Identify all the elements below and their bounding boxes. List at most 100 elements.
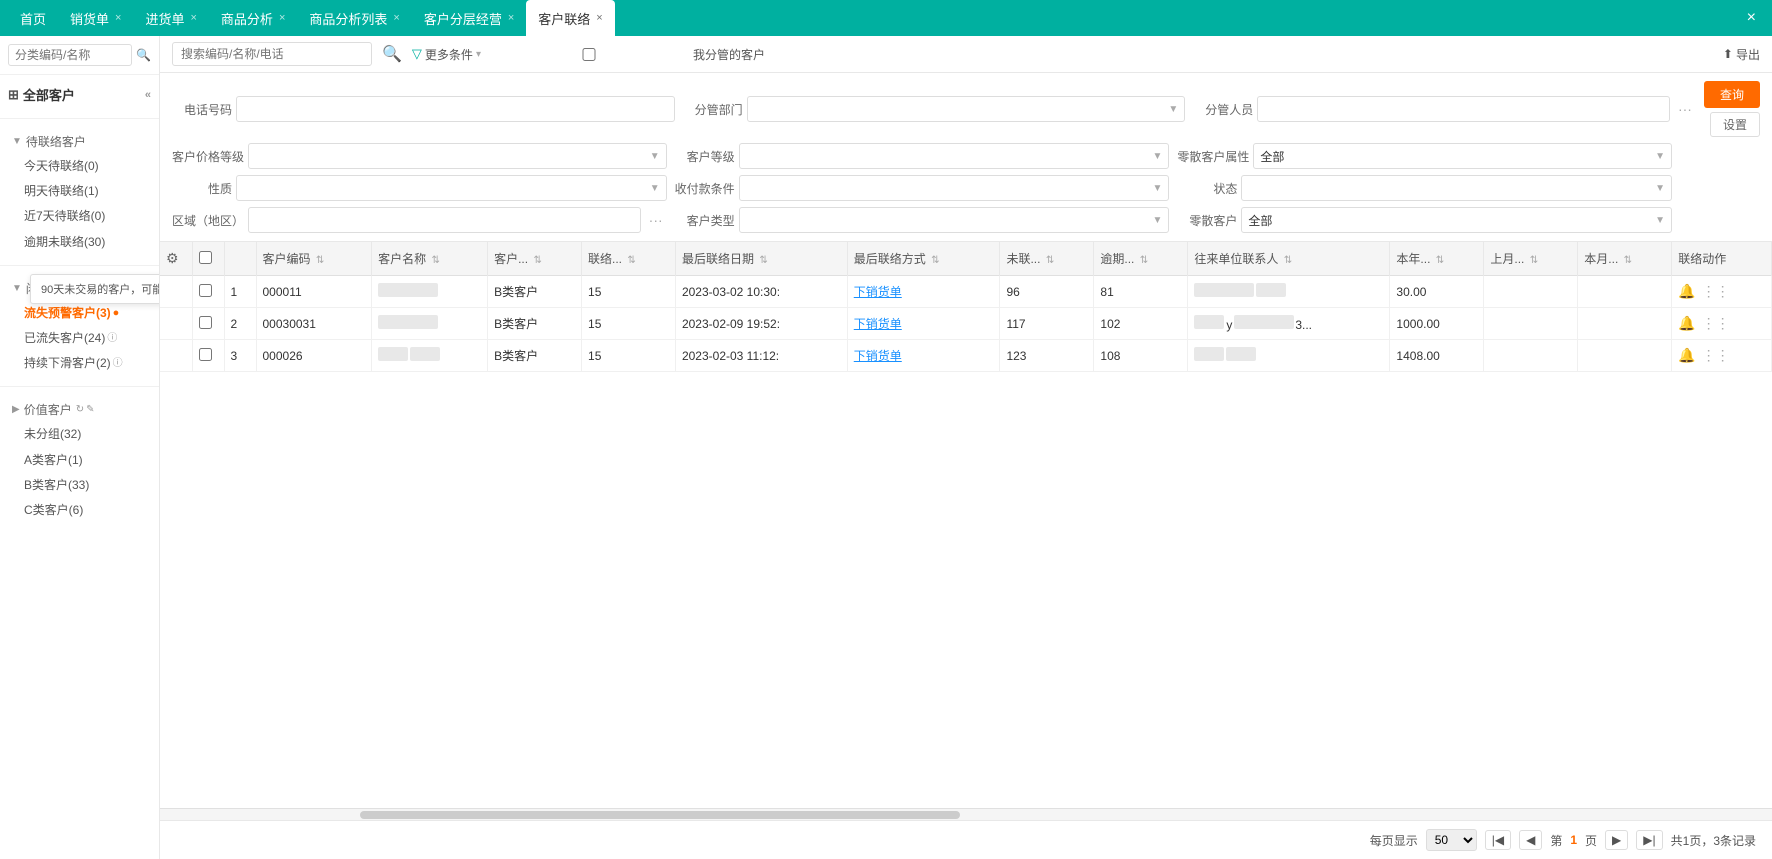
horizontal-scrollbar[interactable] [160,808,1772,820]
tab-customer-contact[interactable]: 客户联络 × [526,0,614,36]
select-all-checkbox[interactable] [199,251,212,264]
my-customers-checkbox[interactable] [489,48,689,61]
customer-level-select[interactable]: ▼ [739,143,1170,169]
tab-home[interactable]: 首页 [8,0,58,36]
col-last-date[interactable]: 最后联络日期 ⇅ [675,242,847,276]
close-tab-customer-contact[interactable]: × [596,12,602,24]
sidebar-item-ungrouped[interactable]: 未分组(32) [8,422,151,447]
row2-more-icon[interactable]: ⋮⋮ [1702,315,1730,332]
row1-more-icon[interactable]: ⋮⋮ [1702,283,1730,300]
region-ellipsis[interactable]: ··· [645,212,667,228]
sidebar-item-week[interactable]: 近7天待联络(0) [8,204,151,229]
col-name[interactable]: 客户名称 ⇅ [372,242,488,276]
col-no-contact[interactable]: 未联... ⇅ [1000,242,1094,276]
sidebar-search-input[interactable] [8,44,132,66]
region-select[interactable] [248,207,641,233]
customer-type-select[interactable]: ▼ [739,207,1170,233]
tab-customer-tier[interactable]: 客户分层经营 × [412,0,526,36]
row3-select-checkbox[interactable] [199,348,212,361]
row3-contact-icon[interactable]: 🔔 [1678,347,1695,364]
prev-page-button[interactable]: ◀ [1519,830,1542,850]
nature-select[interactable]: ▼ [236,175,667,201]
first-page-button[interactable]: |◀ [1485,830,1511,850]
close-tab-customer-tier[interactable]: × [508,12,514,24]
sidebar-item-today[interactable]: 今天待联络(0) [8,154,151,179]
sidebar-group-pending-contact[interactable]: ▼ 待联络客户 [8,129,151,154]
tab-goods-list[interactable]: 商品分析列表 × [297,0,411,36]
col-overdue[interactable]: 逾期... ⇅ [1094,242,1188,276]
row3-last-method[interactable]: 下销货单 [847,340,1000,372]
sidebar-item-b-class[interactable]: B类客户(33) [8,473,151,498]
gear-settings-icon[interactable]: ⚙ [166,250,179,266]
close-all-tabs[interactable]: × [1739,9,1764,27]
col-contact[interactable]: 联络... ⇅ [582,242,676,276]
sidebar-item-downgrade[interactable]: 持续下滑客户(2) ⓘ [8,351,151,376]
col-code[interactable]: 客户编码 ⇅ [256,242,372,276]
row2-method-link[interactable]: 下销货单 [854,317,902,331]
settings-button[interactable]: 设置 [1710,112,1760,137]
scroll-thumb[interactable] [360,811,960,819]
manager-ellipsis[interactable]: ··· [1674,101,1696,117]
status-select[interactable]: ▼ [1241,175,1672,201]
manager-select[interactable] [1257,96,1670,122]
label-manager: 分管人员 [1193,101,1253,118]
arrow-down-icon-2: ▼ [12,283,22,294]
edit-icon[interactable]: ✎ [86,404,94,415]
tab-purchase[interactable]: 进货单 × [133,0,208,36]
my-customers-checkbox-label[interactable]: 我分管的客户 [489,46,765,63]
filter-status: 状态 ▼ [1177,175,1672,201]
sidebar-item-overdue[interactable]: 逾期未联络(30) [8,230,151,255]
dept-select[interactable]: ▼ [747,96,1186,122]
sidebar-item-a-class[interactable]: A类客户(1) [8,448,151,473]
last-page-button[interactable]: ▶| [1636,830,1662,850]
row3-overdue: 108 [1094,340,1188,372]
row2-this-year: 1000.00 [1390,308,1484,340]
close-tab-purchase[interactable]: × [190,12,196,24]
col-last-month[interactable]: 上月... ⇅ [1484,242,1578,276]
close-tab-goods-analysis[interactable]: × [279,12,285,24]
col-this-month[interactable]: 本月... ⇅ [1578,242,1672,276]
collapse-icon[interactable]: « [145,89,151,101]
row1-last-method[interactable]: 下销货单 [847,276,1000,308]
row2-select-checkbox[interactable] [199,316,212,329]
row1-select-checkbox[interactable] [199,284,212,297]
sort-nocontact-icon: ⇅ [1046,255,1054,266]
export-button[interactable]: ⬆ 导出 [1723,46,1760,63]
tab-goods-analysis[interactable]: 商品分析 × [209,0,297,36]
row3-more-icon[interactable]: ⋮⋮ [1702,347,1730,364]
col-gear[interactable]: ⚙ [160,242,192,276]
sidebar-item-tomorrow[interactable]: 明天待联络(1) [8,179,151,204]
sidebar-item-churned[interactable]: 已流失客户(24) ⓘ [8,326,151,351]
row1-method-link[interactable]: 下销货单 [854,285,902,299]
retail-customer-select[interactable]: 全部 ▼ [1241,207,1672,233]
tab-sales[interactable]: 销货单 × [58,0,133,36]
more-conditions-toggle[interactable]: ▽ 更多条件 ▾ [412,46,481,63]
query-button[interactable]: 查询 [1704,81,1760,108]
refresh-icon[interactable]: ↻ [76,404,84,415]
phone-input[interactable] [236,96,675,122]
search-input[interactable] [172,42,372,66]
col-last-method[interactable]: 最后联络方式 ⇅ [847,242,1000,276]
col-type[interactable]: 客户... ⇅ [488,242,582,276]
col-unit-contact[interactable]: 往来单位联系人 ⇅ [1188,242,1390,276]
sidebar-item-c-class[interactable]: C类客户(6) [8,498,151,523]
row1-contact-icon[interactable]: 🔔 [1678,283,1695,300]
col-this-year[interactable]: 本年... ⇅ [1390,242,1484,276]
sidebar-all-customers[interactable]: ⊞ 全部客户 « [8,81,151,108]
row2-unit-blurred [1194,315,1224,329]
per-page-select[interactable]: 50 20 100 [1426,829,1477,851]
row2-contact-icon[interactable]: 🔔 [1678,315,1695,332]
row3-method-link[interactable]: 下销货单 [854,349,902,363]
search-button[interactable]: 🔍 [380,44,404,64]
sidebar-group-value[interactable]: ▶ 价值客户 ↻ ✎ [8,397,151,422]
payment-select[interactable]: ▼ [739,175,1170,201]
close-tab-sales[interactable]: × [115,12,121,24]
page-suffix: 页 [1585,832,1597,849]
close-tab-goods-list[interactable]: × [393,12,399,24]
next-page-button[interactable]: ▶ [1605,830,1628,850]
sidebar-search-icon[interactable]: 🔍 [136,48,151,62]
price-level-select[interactable]: ▼ [248,143,667,169]
sidebar-item-churn-warning[interactable]: 流失预警客户(3) ● [8,301,151,326]
row2-last-method[interactable]: 下销货单 [847,308,1000,340]
retail-attr-select[interactable]: 全部 ▼ [1253,143,1672,169]
